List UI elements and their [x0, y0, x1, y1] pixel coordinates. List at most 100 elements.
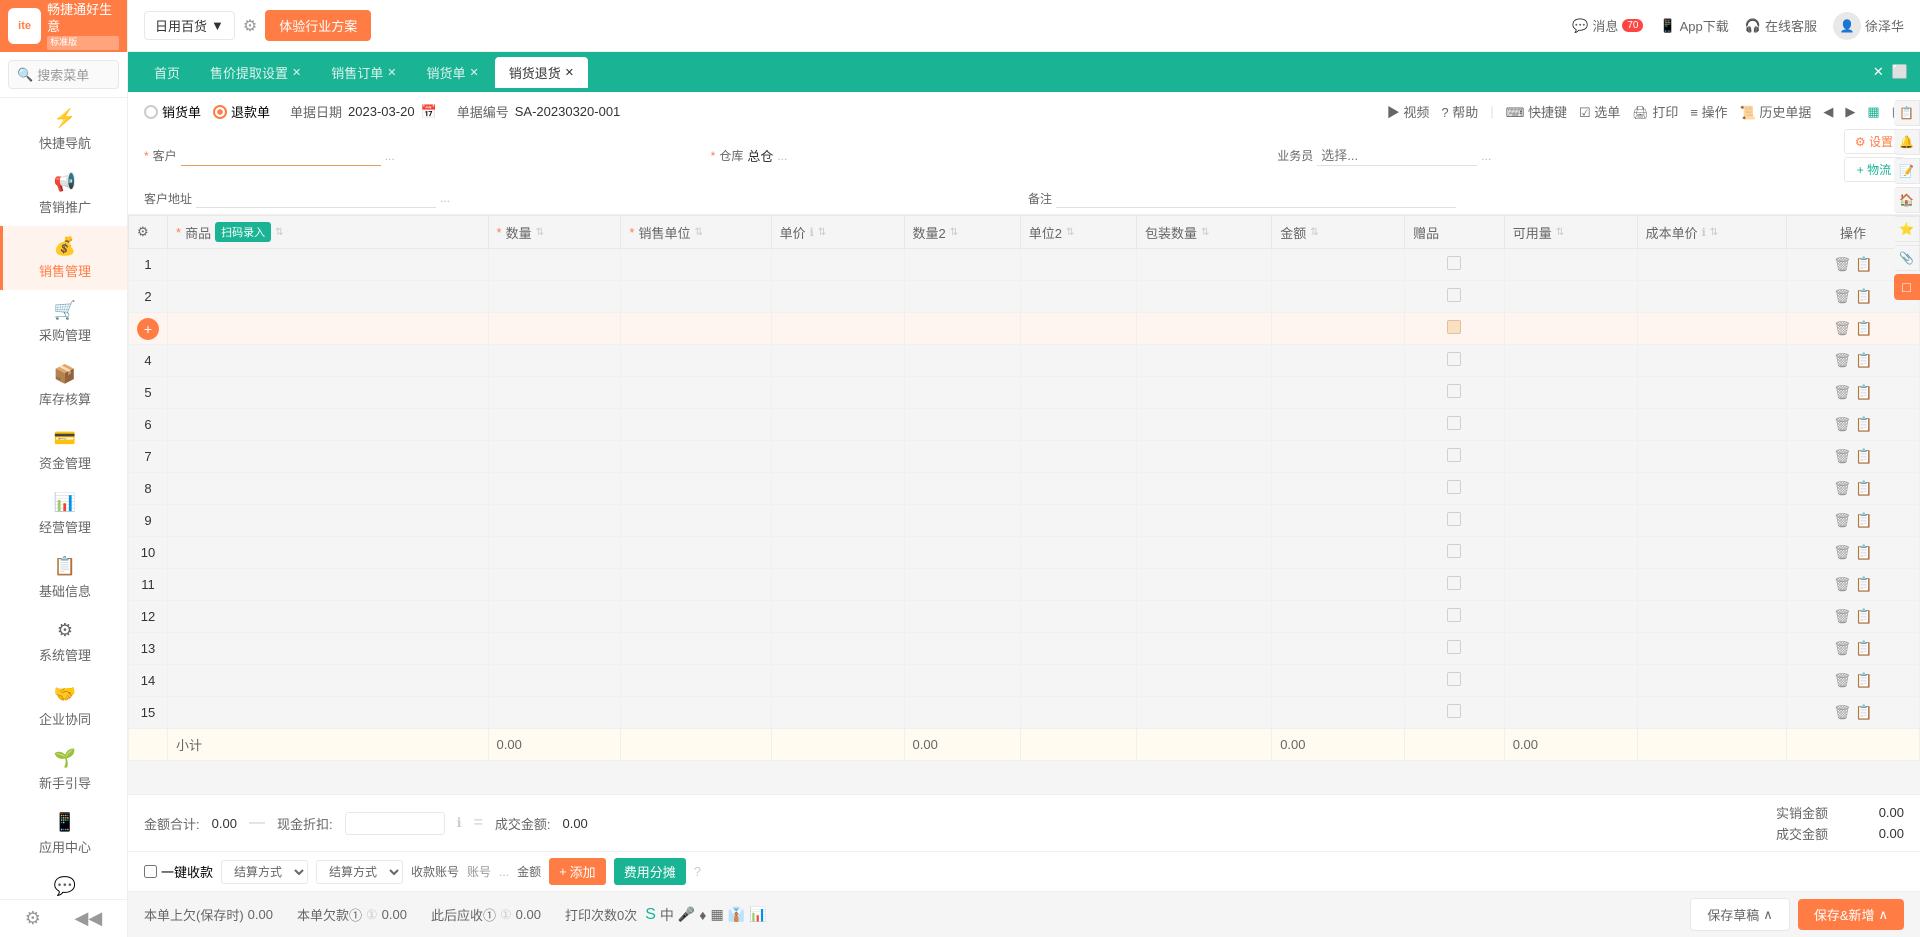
- shortcut-btn[interactable]: ⌨ 快捷键: [1506, 102, 1567, 121]
- tab-sales-order[interactable]: 销售订单 ✕: [317, 57, 410, 88]
- sidebar-item-basic[interactable]: 📋 基础信息: [0, 546, 127, 610]
- gift-checkbox-2[interactable]: [1447, 288, 1461, 302]
- message-btn[interactable]: 💬 消息 70: [1572, 16, 1643, 35]
- unit2-cell-3[interactable]: [1020, 313, 1136, 345]
- tab-sales-order-close[interactable]: ✕: [387, 66, 396, 79]
- sidebar-item-enterprise[interactable]: 🤝 企业协同: [0, 674, 127, 738]
- address-input[interactable]: [196, 188, 436, 208]
- tab-sales-close[interactable]: ✕: [470, 66, 479, 79]
- tab-price-extract[interactable]: 售价提取设置 ✕: [196, 57, 315, 88]
- gift-cb-5[interactable]: [1447, 384, 1461, 398]
- tab-price-extract-close[interactable]: ✕: [292, 66, 301, 79]
- save-new-btn[interactable]: 保存&新增 ∧: [1798, 899, 1904, 930]
- history-btn[interactable]: 📜 历史单据: [1740, 102, 1812, 121]
- barcode-scan-btn[interactable]: 扫码录入: [215, 222, 271, 242]
- del-6[interactable]: 🗑: [1833, 416, 1851, 433]
- app-download-btn[interactable]: 📱 App下载: [1659, 16, 1728, 35]
- status-icon-1[interactable]: S: [645, 906, 656, 924]
- amount-cell-3[interactable]: [1272, 313, 1405, 345]
- amount-cell-2[interactable]: [1272, 281, 1405, 313]
- calc-help-icon[interactable]: ℹ: [457, 815, 462, 831]
- product-cell-1[interactable]: [168, 249, 489, 281]
- available-cell-1[interactable]: [1504, 249, 1637, 281]
- warehouse-dots[interactable]: ...: [777, 149, 787, 163]
- sidebar-item-newbie[interactable]: 🌱 新手引导: [0, 738, 127, 802]
- amount-sort-icon[interactable]: ⇅: [1310, 227, 1318, 238]
- status-icon-4[interactable]: ♦: [699, 907, 706, 923]
- gift-cell-1[interactable]: [1405, 249, 1505, 281]
- unit-cell-3[interactable]: [621, 313, 771, 345]
- experience-btn[interactable]: 体验行业方案: [265, 10, 371, 41]
- sidebar-item-wechat[interactable]: 💬 企业微信: [0, 866, 127, 899]
- qty2-cell-1[interactable]: [904, 249, 1020, 281]
- cost-cell-3[interactable]: [1637, 313, 1786, 345]
- collapse-sidebar-icon[interactable]: ◀◀: [75, 908, 103, 929]
- select-btn[interactable]: ☑ 选单: [1579, 102, 1620, 121]
- gift-cell-3[interactable]: [1405, 313, 1505, 345]
- float-btn-2[interactable]: 🔔: [1894, 129, 1920, 155]
- cp-7[interactable]: 📋: [1855, 448, 1872, 465]
- sidebar-item-business[interactable]: 📊 经营管理: [0, 482, 127, 546]
- cp-8[interactable]: 📋: [1855, 480, 1872, 497]
- tab-maximize-icon[interactable]: ⬜: [1892, 64, 1908, 80]
- status-icon-6[interactable]: 👔: [728, 906, 745, 923]
- tab-close-icon[interactable]: ✕: [1873, 64, 1884, 80]
- fee-split-btn[interactable]: 费用分摊: [614, 858, 686, 885]
- sidebar-item-inventory[interactable]: 📦 库存核算: [0, 354, 127, 418]
- gift-checkbox-1[interactable]: [1447, 256, 1461, 270]
- settings-bottom-icon[interactable]: ⚙: [25, 908, 41, 929]
- calc-method-select[interactable]: 结算方式: [316, 860, 403, 884]
- cp-9[interactable]: 📋: [1855, 512, 1872, 529]
- del-14[interactable]: 🗑: [1833, 672, 1851, 689]
- del-4[interactable]: 🗑: [1833, 352, 1851, 369]
- qty-sort-icon[interactable]: ⇅: [536, 227, 544, 238]
- grid-view1-icon[interactable]: ▦: [1867, 104, 1879, 120]
- sidebar-item-quick-nav[interactable]: ⚡ 快捷导航: [0, 98, 127, 162]
- address-dots[interactable]: ...: [440, 191, 450, 205]
- calendar-icon[interactable]: 📅: [421, 104, 437, 120]
- gift-cb-7[interactable]: [1447, 448, 1461, 462]
- fee-help-icon[interactable]: ?: [694, 864, 701, 879]
- gift-cell-2[interactable]: [1405, 281, 1505, 313]
- price-cell-3[interactable]: [771, 313, 904, 345]
- unit-sort-icon[interactable]: ⇅: [694, 227, 702, 238]
- gear-icon[interactable]: ⚙: [137, 224, 149, 239]
- sidebar-item-purchase[interactable]: 🛒 采购管理: [0, 290, 127, 354]
- available-cell-2[interactable]: [1504, 281, 1637, 313]
- one-click-pay-input[interactable]: [144, 865, 157, 878]
- pack-cell-2[interactable]: [1137, 281, 1272, 313]
- gift-cb-10[interactable]: [1447, 544, 1461, 558]
- delete-row-1-icon[interactable]: 🗑: [1833, 256, 1851, 273]
- gift-cb-15[interactable]: [1447, 704, 1461, 718]
- cp-13[interactable]: 📋: [1855, 640, 1872, 657]
- float-btn-3[interactable]: 📝: [1894, 158, 1920, 184]
- sidebar-item-finance[interactable]: 💳 资金管理: [0, 418, 127, 482]
- cp-6[interactable]: 📋: [1855, 416, 1872, 433]
- online-service-btn[interactable]: 🎧 在线客服: [1745, 16, 1817, 35]
- sidebar-item-system[interactable]: ⚙ 系统管理: [0, 610, 127, 674]
- product-input-3[interactable]: [176, 321, 480, 336]
- one-click-pay-checkbox[interactable]: 一键收款: [144, 862, 213, 881]
- cost-price-info-icon[interactable]: ℹ: [1702, 226, 1706, 239]
- cp-15[interactable]: 📋: [1855, 704, 1872, 721]
- cp-10[interactable]: 📋: [1855, 544, 1872, 561]
- cp-4[interactable]: 📋: [1855, 352, 1872, 369]
- receivable-info[interactable]: ①: [500, 907, 512, 923]
- qty-cell-1[interactable]: [488, 249, 621, 281]
- cost-cell-2[interactable]: [1637, 281, 1786, 313]
- product-cell-3[interactable]: [168, 313, 489, 345]
- radio-sales[interactable]: 销货单: [144, 102, 201, 121]
- float-btn-active[interactable]: □: [1894, 274, 1920, 300]
- gift-cb-4[interactable]: [1447, 352, 1461, 366]
- tab-sales-return-close[interactable]: ✕: [565, 66, 574, 79]
- tab-sales[interactable]: 销货单 ✕: [412, 57, 492, 88]
- delete-row-3-icon[interactable]: 🗑: [1833, 320, 1851, 337]
- del-10[interactable]: 🗑: [1833, 544, 1851, 561]
- salesperson-dots[interactable]: ...: [1481, 149, 1491, 163]
- price-cell-1[interactable]: [771, 249, 904, 281]
- customer-dots[interactable]: ...: [385, 149, 395, 163]
- sidebar-item-marketing[interactable]: 📢 营销推广: [0, 162, 127, 226]
- amount-cell-1[interactable]: [1272, 249, 1405, 281]
- status-icon-5[interactable]: ▦: [710, 906, 723, 923]
- cost-price-sort-icon[interactable]: ⇅: [1710, 227, 1718, 238]
